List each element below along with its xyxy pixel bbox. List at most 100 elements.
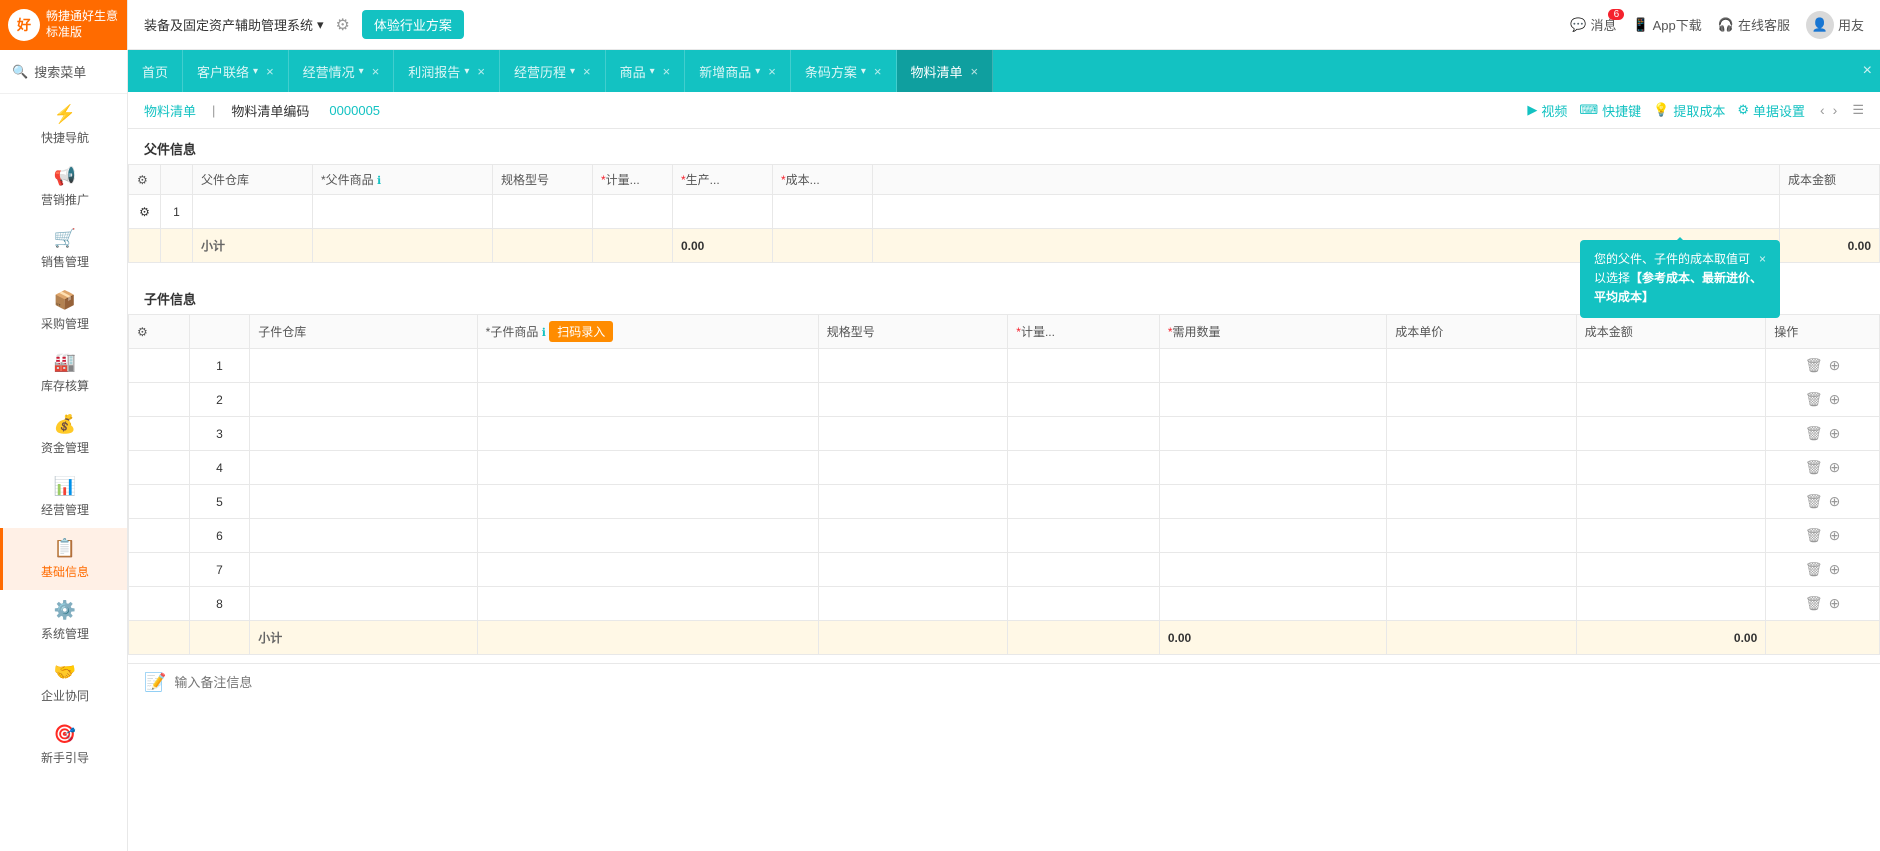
parent-row1-production[interactable]	[673, 195, 773, 229]
delete-icon-3[interactable]: 🗑	[1805, 425, 1823, 442]
child-row7-spec[interactable]	[818, 553, 1008, 587]
message-button[interactable]: 💬 消息 6	[1570, 15, 1616, 34]
parent-row1-product[interactable]	[313, 195, 493, 229]
delete-icon-4[interactable]: 🗑	[1805, 459, 1823, 476]
tab-operations-status-close[interactable]: ×	[372, 64, 380, 79]
tab-ops-history-close[interactable]: ×	[583, 64, 591, 79]
sidebar-item-marketing[interactable]: 📢 营销推广	[0, 156, 127, 218]
settings-icon[interactable]: ⚙	[336, 15, 350, 35]
tab-customer-close[interactable]: ×	[266, 64, 274, 79]
sidebar-item-system[interactable]: ⚙️ 系统管理	[0, 590, 127, 652]
close-all-icon[interactable]: ×	[1863, 62, 1872, 80]
child-row3-qty[interactable]	[1159, 417, 1386, 451]
child-row2-unit[interactable]	[1008, 383, 1160, 417]
shortcut-button[interactable]: ⌨ 快捷键	[1579, 101, 1641, 120]
child-row7-product[interactable]	[477, 553, 818, 587]
child-row5-product[interactable]	[477, 485, 818, 519]
child-row2-unit-cost[interactable]	[1387, 383, 1577, 417]
tab-goods-close[interactable]: ×	[663, 64, 671, 79]
child-row8-unit-cost[interactable]	[1387, 587, 1577, 621]
sidebar-item-purchase[interactable]: 📦 采购管理	[0, 280, 127, 342]
tab-profit-report[interactable]: 利润报告 ▾ ×	[394, 50, 500, 92]
delete-icon-8[interactable]: 🗑	[1805, 595, 1823, 612]
child-row6-qty[interactable]	[1159, 519, 1386, 553]
tab-new-goods[interactable]: 新增商品 ▾ ×	[685, 50, 791, 92]
child-row6-product[interactable]	[477, 519, 818, 553]
child-row8-unit[interactable]	[1008, 587, 1160, 621]
child-row7-unit-cost[interactable]	[1387, 553, 1577, 587]
child-row3-unit[interactable]	[1008, 417, 1160, 451]
child-row5-warehouse[interactable]	[250, 485, 477, 519]
delete-icon-1[interactable]: 🗑	[1805, 357, 1823, 374]
notes-input[interactable]	[174, 675, 1864, 690]
list-view-icon[interactable]: ☰	[1852, 102, 1864, 118]
tab-goods[interactable]: 商品 ▾ ×	[606, 50, 686, 92]
tab-home[interactable]: 首页	[128, 50, 183, 92]
tab-profit-report-close[interactable]: ×	[477, 64, 485, 79]
parent-row1-unit[interactable]	[593, 195, 673, 229]
child-row6-spec[interactable]	[818, 519, 1008, 553]
child-row7-warehouse[interactable]	[250, 553, 477, 587]
tab-barcode-close[interactable]: ×	[874, 64, 882, 79]
sidebar-item-quick-nav[interactable]: ⚡ 快捷导航	[0, 94, 127, 156]
child-row2-spec[interactable]	[818, 383, 1008, 417]
child-row3-warehouse[interactable]	[250, 417, 477, 451]
video-button[interactable]: ▶ 视频	[1527, 101, 1567, 120]
child-row4-product[interactable]	[477, 451, 818, 485]
tooltip-close-button[interactable]: ×	[1759, 250, 1766, 269]
child-row2-warehouse[interactable]	[250, 383, 477, 417]
tab-customer[interactable]: 客户联络 ▾ ×	[183, 50, 289, 92]
tab-barcode[interactable]: 条码方案 ▾ ×	[791, 50, 897, 92]
tab-new-goods-close[interactable]: ×	[768, 64, 776, 79]
child-row5-spec[interactable]	[818, 485, 1008, 519]
sidebar-item-sales[interactable]: 🛒 销售管理	[0, 218, 127, 280]
tab-operations-status[interactable]: 经营情况 ▾ ×	[289, 50, 395, 92]
child-row2-product[interactable]	[477, 383, 818, 417]
tab-bom[interactable]: 物料清单 ×	[897, 50, 994, 92]
child-row4-warehouse[interactable]	[250, 451, 477, 485]
child-row8-spec[interactable]	[818, 587, 1008, 621]
copy-icon-7[interactable]: ⊕	[1829, 561, 1841, 578]
parent-row1-warehouse[interactable]	[193, 195, 313, 229]
extract-cost-button[interactable]: 💡 提取成本	[1653, 101, 1725, 120]
online-service-button[interactable]: 🎧 在线客服	[1718, 15, 1790, 34]
copy-icon-5[interactable]: ⊕	[1829, 493, 1841, 510]
child-row5-qty[interactable]	[1159, 485, 1386, 519]
child-row4-spec[interactable]	[818, 451, 1008, 485]
child-row4-unit[interactable]	[1008, 451, 1160, 485]
child-row3-product[interactable]	[477, 417, 818, 451]
trial-button[interactable]: 体验行业方案	[362, 10, 464, 39]
child-row3-spec[interactable]	[818, 417, 1008, 451]
nav-next-icon[interactable]: ›	[1830, 100, 1841, 120]
copy-icon-8[interactable]: ⊕	[1829, 595, 1841, 612]
copy-icon-1[interactable]: ⊕	[1829, 357, 1841, 374]
parent-row1-cost[interactable]	[773, 195, 873, 229]
child-row7-qty[interactable]	[1159, 553, 1386, 587]
child-row4-qty[interactable]	[1159, 451, 1386, 485]
delete-icon-2[interactable]: 🗑	[1805, 391, 1823, 408]
tab-close-all[interactable]: ×	[1863, 62, 1880, 80]
search-menu-button[interactable]: 🔍 搜索菜单	[8, 58, 119, 85]
child-row6-warehouse[interactable]	[250, 519, 477, 553]
child-row1-spec[interactable]	[818, 349, 1008, 383]
child-row1-unit[interactable]	[1008, 349, 1160, 383]
nav-prev-icon[interactable]: ‹	[1817, 100, 1828, 120]
child-row4-unit-cost[interactable]	[1387, 451, 1577, 485]
sidebar-item-finance[interactable]: 💰 资金管理	[0, 404, 127, 466]
app-download-button[interactable]: 📱 App下载	[1632, 15, 1701, 34]
tab-bom-close[interactable]: ×	[971, 64, 979, 79]
copy-icon-2[interactable]: ⊕	[1829, 391, 1841, 408]
child-row1-unit-cost[interactable]	[1387, 349, 1577, 383]
system-selector[interactable]: 装备及固定资产辅助管理系统 ▾	[144, 15, 324, 34]
child-row1-qty[interactable]	[1159, 349, 1386, 383]
tab-ops-history[interactable]: 经营历程 ▾ ×	[500, 50, 606, 92]
single-settings-button[interactable]: ⚙ 单据设置	[1737, 101, 1805, 120]
user-profile[interactable]: 👤 用友	[1806, 11, 1864, 39]
child-row3-unit-cost[interactable]	[1387, 417, 1577, 451]
sidebar-item-inventory[interactable]: 🏭 库存核算	[0, 342, 127, 404]
child-row8-warehouse[interactable]	[250, 587, 477, 621]
breadcrumb-bom[interactable]: 物料清单	[144, 101, 196, 120]
child-row5-unit[interactable]	[1008, 485, 1160, 519]
copy-icon-4[interactable]: ⊕	[1829, 459, 1841, 476]
child-row1-warehouse[interactable]	[250, 349, 477, 383]
